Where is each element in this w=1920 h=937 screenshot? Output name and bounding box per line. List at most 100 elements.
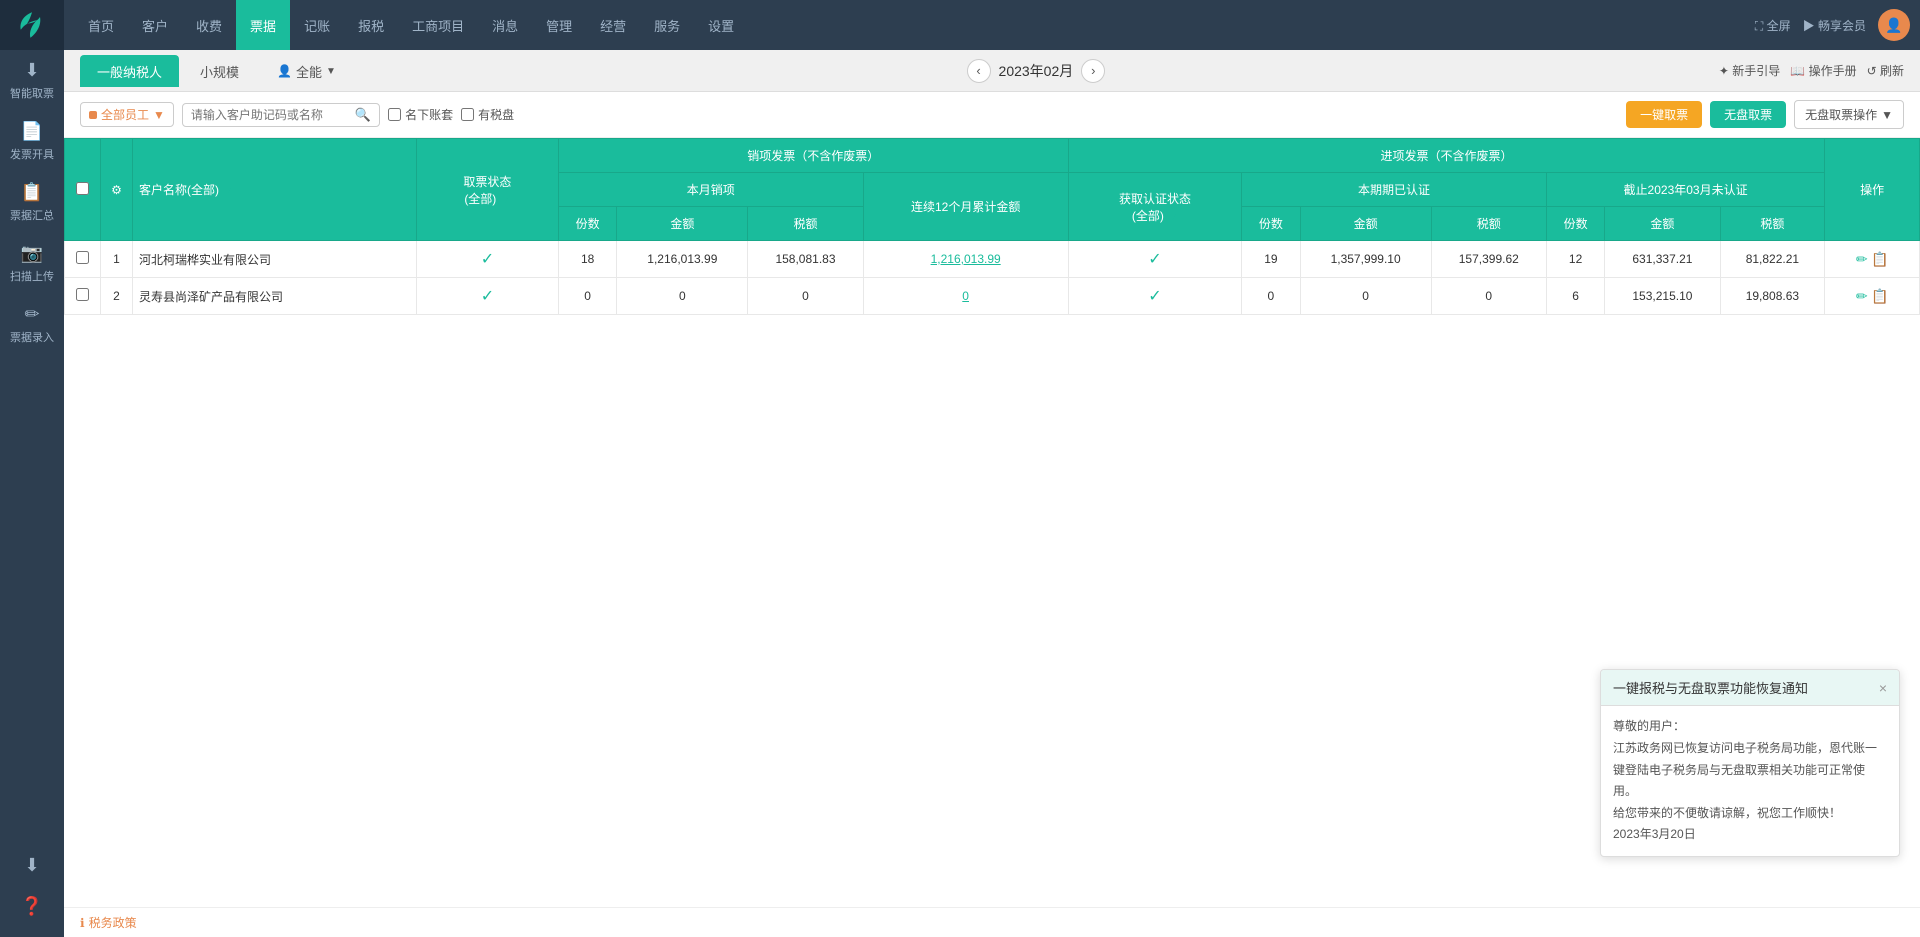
row2-select-checkbox[interactable] xyxy=(76,288,89,301)
settings-icon[interactable]: ⚙ xyxy=(111,183,122,197)
one-click-fetch-btn[interactable]: 一键取票 xyxy=(1626,101,1702,128)
top-nav-right: ⛶ 全屏 ▶ 畅享会员 👤 xyxy=(1755,9,1910,41)
row1-select-checkbox[interactable] xyxy=(76,251,89,264)
sidebar-item-help[interactable]: ❓ xyxy=(0,886,64,927)
tab-general-label: 一般纳税人 xyxy=(97,62,162,81)
row2-period-cert-tax: 0 xyxy=(1431,278,1546,315)
row1-no: 1 xyxy=(101,241,133,278)
tab-date: 2023年02月 xyxy=(999,61,1074,81)
th-uncert-tax: 税额 xyxy=(1720,207,1825,241)
row2-fetch-check-icon: ✓ xyxy=(481,288,494,305)
nav-invoice[interactable]: 票据 xyxy=(236,0,290,50)
row1-detail-btn[interactable]: 📋 xyxy=(1871,251,1888,268)
row2-cert-status: ✓ xyxy=(1068,278,1242,315)
tax-policy-link[interactable]: ℹ 税务政策 xyxy=(80,914,137,931)
tab-general[interactable]: 一般纳税人 xyxy=(80,55,179,87)
th-uncert-shares: 份数 xyxy=(1546,207,1604,241)
table-row: 1 河北柯瑞桦实业有限公司 ✓ 18 1,216,013.99 158,081.… xyxy=(65,241,1920,278)
tab-bar: 一般纳税人 小规模 👤 全能 ▼ ‹ 2023年02月 › ✦ 新手引导 📖 操… xyxy=(64,50,1920,92)
employee-dot xyxy=(89,111,97,119)
sidebar-item-label-data-entry: 票据录入 xyxy=(10,329,54,345)
row2-edit-btn[interactable]: ✏ xyxy=(1856,288,1868,305)
checkbox-has-taxpad[interactable]: 有税盘 xyxy=(461,106,514,123)
tab-all[interactable]: 👤 全能 ▼ xyxy=(260,55,353,87)
tab-all-dropdown-icon[interactable]: ▼ xyxy=(326,66,336,77)
avatar[interactable]: 👤 xyxy=(1878,9,1910,41)
row1-cumulative-link[interactable]: 1,216,013.99 xyxy=(931,252,1001,266)
row1-cert-status: ✓ xyxy=(1068,241,1242,278)
fullscreen-btn[interactable]: ⛶ 全屏 xyxy=(1755,17,1791,34)
download-icon: ⬇ xyxy=(24,855,39,876)
row1-period-cert-amount: 1,357,999.10 xyxy=(1300,241,1431,278)
nav-operation[interactable]: 经营 xyxy=(586,0,640,50)
nav-tax[interactable]: 报税 xyxy=(344,0,398,50)
nav-settings[interactable]: 设置 xyxy=(694,0,748,50)
sidebar-item-data-entry[interactable]: ✏ 票据录入 xyxy=(0,294,64,355)
th-monthly-amount: 金额 xyxy=(617,207,748,241)
tab-small[interactable]: 小规模 xyxy=(183,55,256,87)
row1-period-cert-tax: 157,399.62 xyxy=(1431,241,1546,278)
th-customer: 客户名称(全部) ▼ xyxy=(133,139,417,241)
th-period-cert: 本期期已认证 xyxy=(1242,173,1547,207)
fetch-status-filter-icon[interactable]: ▼ xyxy=(500,194,511,206)
new-guide-btn[interactable]: ✦ 新手引导 xyxy=(1719,62,1780,79)
notification-text: 尊敬的用户：江苏政务网已恢复访问电子税务局功能，恩代账一键登陆电子税务局与无盘取… xyxy=(1613,719,1877,841)
no-disk-ops-btn[interactable]: 无盘取票操作 ▼ xyxy=(1794,100,1904,129)
search-icon[interactable]: 🔍 xyxy=(355,107,371,123)
th-purchase-group: 进项发票（不含作废票） xyxy=(1068,139,1825,173)
has-taxpad-checkbox[interactable] xyxy=(461,108,474,121)
row1-monthly-tax: 158,081.83 xyxy=(748,241,863,278)
sidebar-item-scan-upload[interactable]: 📷 扫描上传 xyxy=(0,233,64,294)
th-monthly-sales: 本月销项 xyxy=(558,173,863,207)
sidebar-item-invoice-summary[interactable]: 📋 票据汇总 xyxy=(0,172,64,233)
tab-small-label: 小规模 xyxy=(200,62,239,81)
data-entry-icon: ✏ xyxy=(24,304,39,325)
tab-nav-center: ‹ 2023年02月 › xyxy=(967,59,1106,83)
help-icon: ❓ xyxy=(21,896,43,917)
table-row: 2 灵寿县尚泽矿产品有限公司 ✓ 0 0 0 0 ✓ 0 0 0 6 153,2… xyxy=(65,278,1920,315)
next-month-btn[interactable]: › xyxy=(1081,59,1105,83)
cert-status-filter-icon[interactable]: ▼ xyxy=(1167,211,1178,223)
th-period-cert-amount: 金额 xyxy=(1300,207,1431,241)
nav-message[interactable]: 消息 xyxy=(478,0,532,50)
named-account-checkbox[interactable] xyxy=(388,108,401,121)
row2-detail-btn[interactable]: 📋 xyxy=(1871,288,1888,305)
checkbox-named-account[interactable]: 名下账套 xyxy=(388,106,453,123)
toolbar-right: 一键取票 无盘取票 无盘取票操作 ▼ xyxy=(1626,100,1904,129)
th-settings: ⚙ xyxy=(101,139,133,241)
employee-select[interactable]: 全部员工 ▼ xyxy=(80,102,174,127)
nav-customer[interactable]: 客户 xyxy=(128,0,182,50)
notification-close-btn[interactable]: × xyxy=(1879,680,1887,696)
refresh-btn[interactable]: ↺ 刷新 xyxy=(1867,62,1904,79)
customer-filter-icon[interactable]: ▼ xyxy=(222,185,233,197)
sidebar-item-download[interactable]: ⬇ xyxy=(0,845,64,886)
sidebar-item-smart-fetch[interactable]: ⬇ 智能取票 xyxy=(0,50,64,111)
member-btn[interactable]: ▶ 畅享会员 xyxy=(1803,17,1866,34)
sidebar-item-label-issue-invoice: 发票开具 xyxy=(10,146,54,162)
nav-service[interactable]: 服务 xyxy=(640,0,694,50)
th-cert-status: 获取认证状态(全部) ▼ xyxy=(1068,173,1242,241)
prev-month-btn[interactable]: ‹ xyxy=(967,59,991,83)
select-all-checkbox[interactable] xyxy=(76,182,89,195)
nav-business[interactable]: 工商项目 xyxy=(398,0,478,50)
notification-header: 一键报税与无盘取票功能恢复通知 × xyxy=(1601,670,1899,706)
row1-monthly-shares: 18 xyxy=(558,241,616,278)
row2-cumulative-link[interactable]: 0 xyxy=(962,289,969,303)
no-disk-fetch-btn[interactable]: 无盘取票 xyxy=(1710,101,1786,128)
ops-dropdown-icon: ▼ xyxy=(1881,108,1893,122)
nav-accounting[interactable]: 记账 xyxy=(290,0,344,50)
row1-edit-btn[interactable]: ✏ xyxy=(1856,251,1868,268)
nav-billing[interactable]: 收费 xyxy=(182,0,236,50)
nav-home[interactable]: 首页 xyxy=(74,0,128,50)
row2-actions: ✏ 📋 xyxy=(1825,278,1920,315)
th-period-cert-tax: 税额 xyxy=(1431,207,1546,241)
sidebar-item-issue-invoice[interactable]: 📄 发票开具 xyxy=(0,111,64,172)
search-input[interactable] xyxy=(191,108,351,122)
row1-fetch-check-icon: ✓ xyxy=(481,251,494,268)
employee-label: 全部员工 xyxy=(101,106,149,123)
manual-btn[interactable]: 📖 操作手册 xyxy=(1790,62,1856,79)
th-checkbox xyxy=(65,139,101,241)
row1-monthly-amount: 1,216,013.99 xyxy=(617,241,748,278)
nav-management[interactable]: 管理 xyxy=(532,0,586,50)
sidebar-item-label-scan-upload: 扫描上传 xyxy=(10,268,54,284)
